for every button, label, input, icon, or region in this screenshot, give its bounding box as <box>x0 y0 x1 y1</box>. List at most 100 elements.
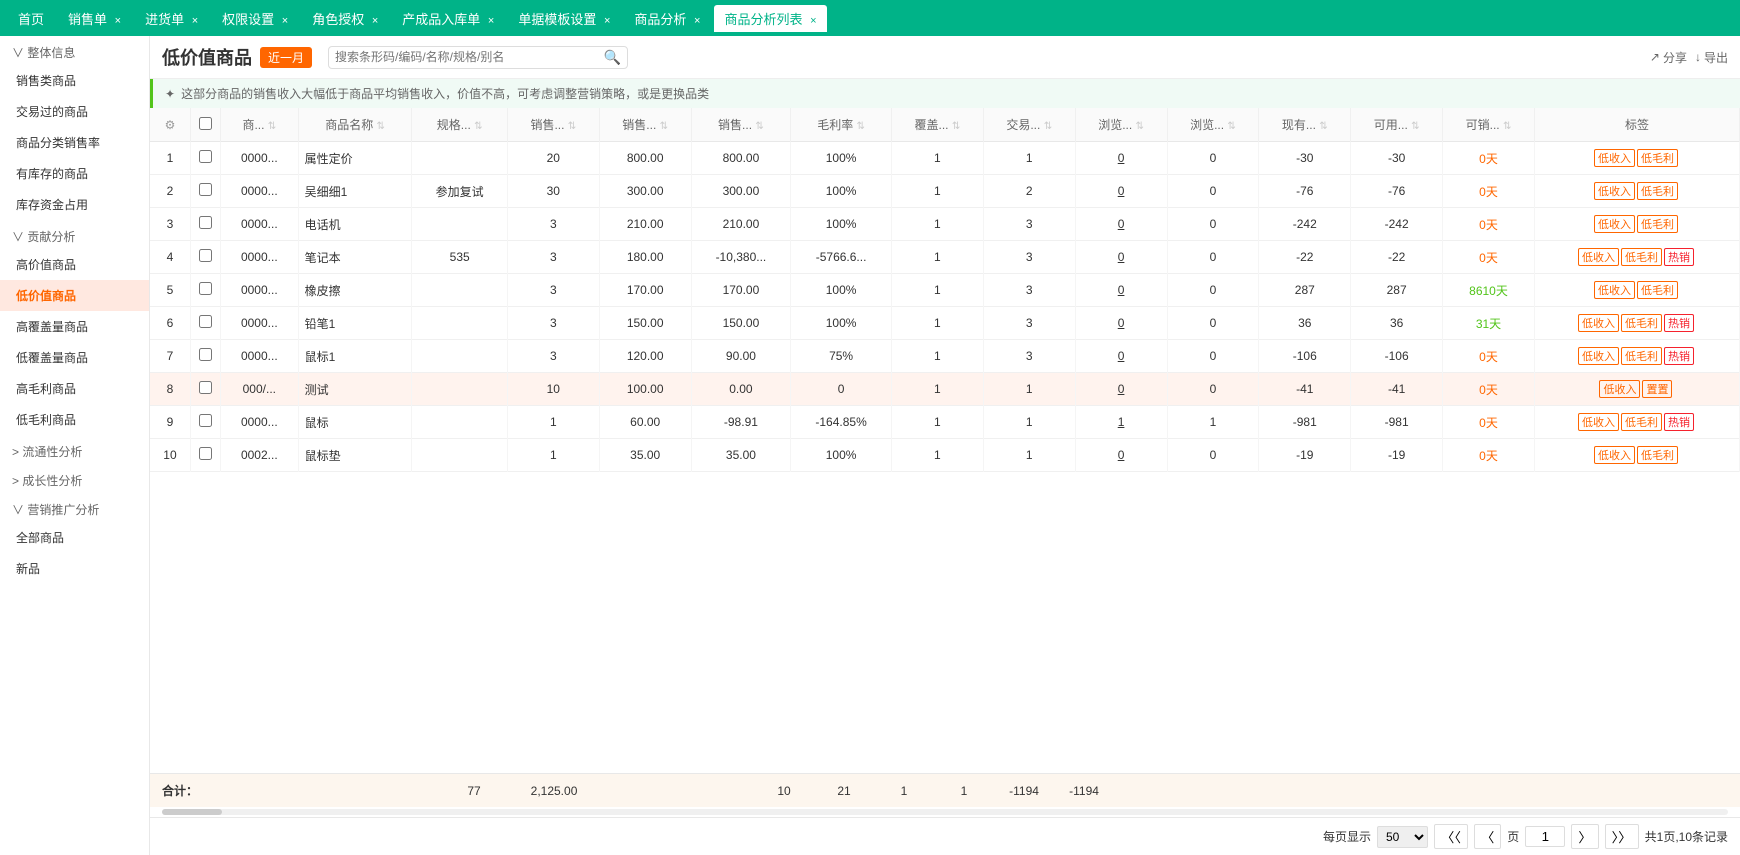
sidebar-item-new-goods[interactable]: 新品 <box>0 553 149 584</box>
cell-browse1[interactable]: 1 <box>1075 406 1167 439</box>
col-code[interactable]: 商... ⇅ <box>220 108 298 142</box>
row-checkbox[interactable] <box>199 414 212 427</box>
scrollbar-thumb[interactable] <box>162 809 222 815</box>
col-sales-val[interactable]: 销售... ⇅ <box>691 108 791 142</box>
sidebar-item-stock-goods[interactable]: 有库存的商品 <box>0 158 149 189</box>
search-input[interactable] <box>335 50 604 64</box>
cell-sales-amt: 100.00 <box>599 373 691 406</box>
sidebar-item-low-coverage[interactable]: 低覆盖量商品 <box>0 342 149 373</box>
col-sales-qty[interactable]: 销售... ⇅ <box>507 108 599 142</box>
cell-checkbox[interactable] <box>190 208 220 241</box>
cell-checkbox[interactable] <box>190 307 220 340</box>
prev-page-button[interactable]: 〈 <box>1474 824 1501 849</box>
col-coverage[interactable]: 覆盖... ⇅ <box>891 108 983 142</box>
col-available[interactable]: 可用... ⇅ <box>1351 108 1443 142</box>
close-icon[interactable]: × <box>115 15 121 27</box>
col-saleable[interactable]: 可销... ⇅ <box>1443 108 1535 142</box>
row-checkbox[interactable] <box>199 150 212 163</box>
cell-checkbox[interactable] <box>190 406 220 439</box>
cell-browse1[interactable]: 0 <box>1075 340 1167 373</box>
cell-tags: 低收入低毛利 <box>1534 274 1739 307</box>
nav-product-instock[interactable]: 产成品入库单 × <box>392 5 504 32</box>
row-checkbox[interactable] <box>199 315 212 328</box>
nav-roles[interactable]: 角色授权 × <box>302 5 388 32</box>
row-checkbox[interactable] <box>199 249 212 262</box>
search-icon[interactable]: 🔍 <box>604 49 621 66</box>
cell-browse1[interactable]: 0 <box>1075 208 1167 241</box>
sidebar-group-liquidity[interactable]: > 流通性分析 <box>0 435 149 464</box>
cell-browse1[interactable]: 0 <box>1075 274 1167 307</box>
row-checkbox[interactable] <box>199 348 212 361</box>
sidebar-item-all-goods[interactable]: 全部商品 <box>0 522 149 553</box>
close-icon[interactable]: × <box>488 15 494 27</box>
horizontal-scrollbar[interactable] <box>162 809 1728 815</box>
per-page-select[interactable]: 50 100 <box>1377 826 1428 848</box>
sidebar-item-capital-occupation[interactable]: 库存资金占用 <box>0 189 149 220</box>
cell-checkbox[interactable] <box>190 274 220 307</box>
cell-browse1[interactable]: 0 <box>1075 142 1167 175</box>
period-button[interactable]: 近一月 <box>260 47 312 68</box>
next-page-button[interactable]: 〉 <box>1571 824 1598 849</box>
col-spec[interactable]: 规格... ⇅ <box>412 108 507 142</box>
sidebar-item-high-margin[interactable]: 高毛利商品 <box>0 373 149 404</box>
col-settings[interactable]: ⚙ <box>150 108 190 142</box>
col-sales-amt[interactable]: 销售... ⇅ <box>599 108 691 142</box>
tag: 低收入 <box>1594 446 1635 464</box>
col-browse2[interactable]: 浏览... ⇅ <box>1167 108 1259 142</box>
row-checkbox[interactable] <box>199 183 212 196</box>
cell-checkbox[interactable] <box>190 175 220 208</box>
select-all-checkbox[interactable] <box>199 117 212 130</box>
col-gross-rate[interactable]: 毛利率 ⇅ <box>791 108 892 142</box>
sidebar-item-high-value[interactable]: 高价值商品 <box>0 249 149 280</box>
nav-permissions[interactable]: 权限设置 × <box>212 5 298 32</box>
cell-name: 电话机 <box>298 208 412 241</box>
close-icon[interactable]: × <box>694 15 700 27</box>
cell-checkbox[interactable] <box>190 340 220 373</box>
table-row: 3 0000... 电话机 3 210.00 210.00 100% 1 3 0… <box>150 208 1740 241</box>
gear-icon[interactable]: ⚙ <box>165 118 176 132</box>
cell-browse1[interactable]: 0 <box>1075 307 1167 340</box>
close-icon[interactable]: × <box>282 15 288 27</box>
cell-browse1[interactable]: 0 <box>1075 439 1167 472</box>
tag: 置置 <box>1642 380 1672 398</box>
close-icon[interactable]: × <box>810 15 816 27</box>
nav-product-analysis-list[interactable]: 商品分析列表 × <box>714 5 826 32</box>
last-page-button[interactable]: 〉〉 <box>1605 824 1639 849</box>
table-row: 2 0000... 吴细细1 参加复试 30 300.00 300.00 100… <box>150 175 1740 208</box>
row-checkbox[interactable] <box>199 216 212 229</box>
close-icon[interactable]: × <box>372 15 378 27</box>
cell-browse1[interactable]: 0 <box>1075 241 1167 274</box>
row-checkbox[interactable] <box>199 282 212 295</box>
cell-checkbox[interactable] <box>190 142 220 175</box>
cell-checkbox[interactable] <box>190 241 220 274</box>
close-icon[interactable]: × <box>604 15 610 27</box>
share-button[interactable]: ↗ 分享 <box>1650 49 1687 66</box>
first-page-button[interactable]: 〈〈 <box>1434 824 1468 849</box>
nav-template[interactable]: 单据模板设置 × <box>508 5 620 32</box>
export-button[interactable]: ↓ 导出 <box>1695 49 1728 66</box>
sidebar-item-category-sales[interactable]: 商品分类销售率 <box>0 127 149 158</box>
nav-sales[interactable]: 销售单 × <box>58 5 131 32</box>
sidebar-item-low-margin[interactable]: 低毛利商品 <box>0 404 149 435</box>
col-browse1[interactable]: 浏览... ⇅ <box>1075 108 1167 142</box>
page-input[interactable] <box>1525 826 1565 847</box>
sidebar-group-growth[interactable]: > 成长性分析 <box>0 464 149 493</box>
nav-home[interactable]: 首页 <box>8 5 54 32</box>
sidebar-item-sales-goods[interactable]: 销售类商品 <box>0 65 149 96</box>
sidebar-group-marketing: ∨ 营销推广分析 <box>0 493 149 522</box>
row-checkbox[interactable] <box>199 447 212 460</box>
nav-purchase[interactable]: 进货单 × <box>135 5 208 32</box>
cell-checkbox[interactable] <box>190 373 220 406</box>
col-name[interactable]: 商品名称 ⇅ <box>298 108 412 142</box>
sidebar-item-low-value[interactable]: 低价值商品 <box>0 280 149 311</box>
sidebar-item-traded-goods[interactable]: 交易过的商品 <box>0 96 149 127</box>
row-checkbox[interactable] <box>199 381 212 394</box>
col-trade[interactable]: 交易... ⇅ <box>983 108 1075 142</box>
sidebar-item-high-coverage[interactable]: 高覆盖量商品 <box>0 311 149 342</box>
cell-browse1[interactable]: 0 <box>1075 175 1167 208</box>
close-icon[interactable]: × <box>192 15 198 27</box>
nav-product-analysis[interactable]: 商品分析 × <box>624 5 710 32</box>
cell-browse1[interactable]: 0 <box>1075 373 1167 406</box>
col-stock-now[interactable]: 现有... ⇅ <box>1259 108 1351 142</box>
cell-checkbox[interactable] <box>190 439 220 472</box>
